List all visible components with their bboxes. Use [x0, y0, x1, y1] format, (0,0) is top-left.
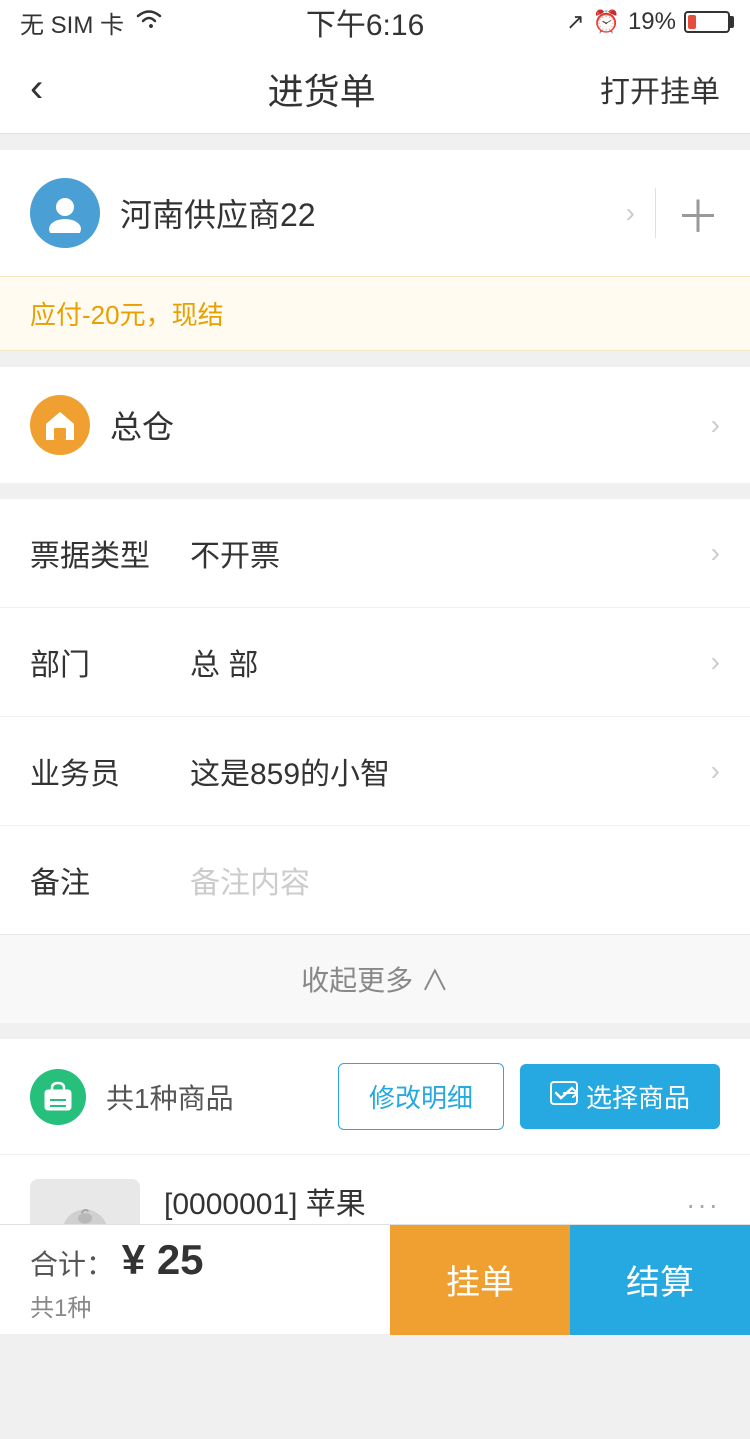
checkout-button[interactable]: 结算 — [570, 1225, 750, 1335]
warehouse-section: 总仓 › — [0, 367, 750, 483]
staff-chevron-icon: › — [711, 755, 720, 787]
back-button[interactable]: ‹ — [30, 66, 43, 111]
carrier-text: 无 SIM 卡 — [20, 5, 124, 40]
invoice-value: 不开票 — [170, 531, 711, 575]
notice-bar: 应付-20元，现结 — [0, 276, 750, 351]
total-label: 合计： — [30, 1249, 114, 1280]
product-header: 共1种商品 修改明细 选择商品 — [0, 1039, 750, 1154]
remark-row[interactable]: 备注 备注内容 — [0, 825, 750, 934]
select-product-button[interactable]: 选择商品 — [520, 1064, 720, 1129]
invoice-label: 票据类型 — [30, 531, 170, 575]
total-count: 共1种 — [30, 1288, 360, 1323]
product-count-text: 共1种商品 — [106, 1077, 338, 1117]
warehouse-row[interactable]: 总仓 › — [0, 367, 750, 483]
form-section: 票据类型 不开票 › 部门 总 部 › 业务员 这是859的小智 › 备注 备注… — [0, 499, 750, 1023]
bottom-spacer — [0, 1329, 750, 1439]
page-title: 进货单 — [268, 63, 376, 115]
total-row: 合计： ¥ 25 — [30, 1236, 360, 1284]
dept-row[interactable]: 部门 总 部 › — [0, 607, 750, 716]
product-more-button[interactable]: ··· — [686, 1189, 720, 1221]
wifi-icon — [134, 8, 164, 37]
collapse-text: 收起更多 ∧ — [301, 959, 449, 999]
product-count-icon — [30, 1069, 86, 1125]
product-title: 苹果 — [306, 1188, 366, 1221]
total-section: 合计： ¥ 25 共1种 — [0, 1236, 390, 1323]
hang-button[interactable]: 挂单 — [390, 1225, 570, 1335]
product-code: [0000001] — [164, 1188, 306, 1221]
status-right: ↗ ⏰ 19% — [566, 8, 730, 36]
nav-bar: ‹ 进货单 打开挂单 — [0, 44, 750, 134]
staff-label: 业务员 — [30, 749, 170, 793]
remark-label: 备注 — [30, 858, 170, 902]
staff-row[interactable]: 业务员 这是859的小智 › — [0, 716, 750, 825]
select-product-label: 选择商品 — [586, 1078, 690, 1115]
divider — [655, 188, 656, 238]
dept-value: 总 部 — [170, 640, 711, 684]
invoice-row[interactable]: 票据类型 不开票 › — [0, 499, 750, 607]
bottom-bar: 合计： ¥ 25 共1种 挂单 结算 — [0, 1224, 750, 1334]
warehouse-icon — [30, 395, 90, 455]
open-hang-button[interactable]: 打开挂单 — [600, 67, 720, 111]
supplier-avatar — [30, 178, 100, 248]
product-name: [0000001] 苹果 — [164, 1179, 686, 1223]
staff-value: 这是859的小智 — [170, 749, 711, 793]
collapse-button[interactable]: 收起更多 ∧ — [0, 934, 750, 1023]
location-icon: ↗ — [566, 9, 584, 35]
alarm-icon: ⏰ — [593, 9, 620, 35]
add-supplier-button[interactable]: ＋ — [676, 181, 720, 245]
dept-label: 部门 — [30, 640, 170, 684]
battery-percent: 19% — [628, 8, 676, 36]
chevron-right-icon: › — [626, 197, 635, 229]
invoice-chevron-icon: › — [711, 537, 720, 569]
edit-detail-button[interactable]: 修改明细 — [338, 1063, 504, 1130]
supplier-name: 河南供应商22 — [120, 190, 626, 236]
gap — [0, 134, 750, 150]
status-bar: 无 SIM 卡 下午6:16 ↗ ⏰ 19% — [0, 0, 750, 44]
select-product-icon — [550, 1081, 578, 1112]
warehouse-chevron-icon: › — [711, 409, 720, 441]
dept-chevron-icon: › — [711, 646, 720, 678]
supplier-section: 河南供应商22 › ＋ 应付-20元，现结 — [0, 150, 750, 351]
total-amount: ¥ 25 — [122, 1236, 204, 1283]
battery-icon — [684, 11, 730, 33]
remark-input[interactable]: 备注内容 — [170, 858, 720, 902]
status-time: 下午6:16 — [306, 0, 424, 44]
status-left: 无 SIM 卡 — [20, 5, 164, 40]
supplier-row[interactable]: 河南供应商22 › ＋ — [0, 150, 750, 276]
warehouse-name: 总仓 — [110, 402, 711, 448]
